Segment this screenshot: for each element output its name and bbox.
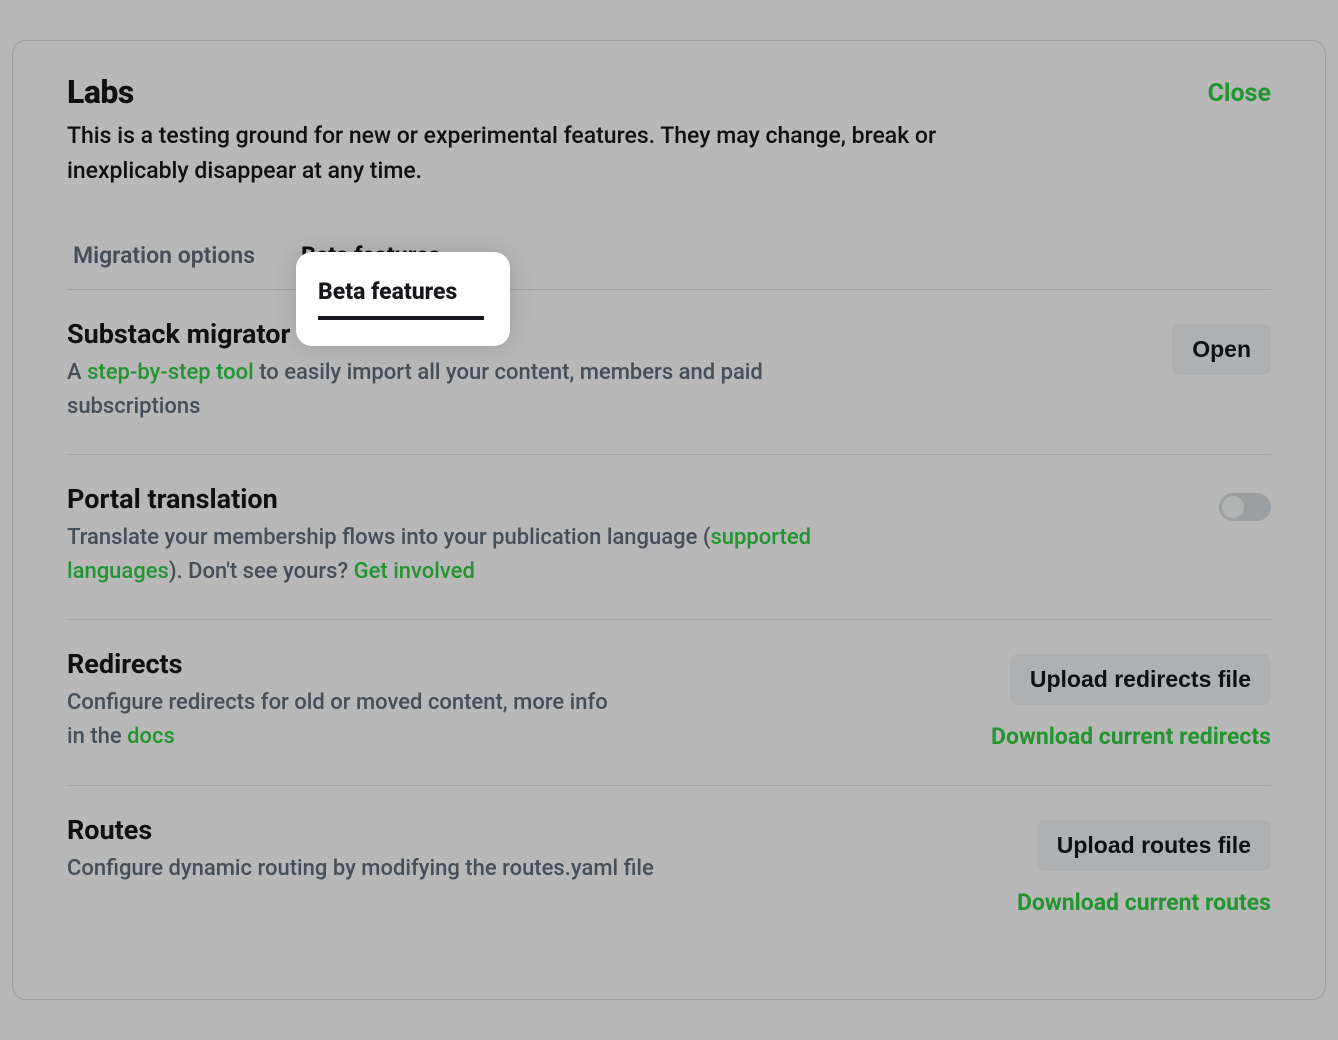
upload-redirects-button[interactable]: Upload redirects file — [1010, 654, 1271, 705]
modal-header: Labs Close — [67, 73, 1271, 111]
row-right: Open — [971, 318, 1271, 375]
row-left: Portal translation Translate your member… — [67, 483, 931, 589]
row-description: A step-by-step tool to easily import all… — [67, 356, 847, 424]
tab-beta-features[interactable]: Beta features — [299, 236, 442, 289]
row-redirects: Redirects Configure redirects for old or… — [67, 620, 1271, 785]
row-title: Redirects — [67, 648, 627, 680]
page-title: Labs — [67, 73, 134, 111]
upload-routes-button[interactable]: Upload routes file — [1037, 820, 1271, 871]
page-subtitle: This is a testing ground for new or expe… — [67, 119, 997, 188]
tab-bar: Migration options Beta features placehol… — [67, 236, 1271, 290]
download-routes-link[interactable]: Download current routes — [1017, 889, 1271, 916]
row-title: Routes — [67, 814, 654, 846]
row-right: Upload routes file Download current rout… — [971, 814, 1271, 916]
row-title: Substack migrator — [67, 318, 847, 350]
toggle-knob — [1222, 496, 1244, 518]
row-right — [971, 483, 1271, 521]
row-description: Configure dynamic routing by modifying t… — [67, 852, 654, 886]
row-routes: Routes Configure dynamic routing by modi… — [67, 786, 1271, 946]
desc-text: Translate your membership flows into you… — [67, 525, 710, 550]
row-portal-translation: Portal translation Translate your member… — [67, 455, 1271, 620]
portal-translation-toggle[interactable] — [1219, 493, 1271, 521]
row-description: Translate your membership flows into you… — [67, 521, 931, 589]
row-left: Routes Configure dynamic routing by modi… — [67, 814, 654, 886]
row-title: Portal translation — [67, 483, 931, 515]
desc-text: A — [67, 360, 87, 385]
get-involved-link[interactable]: Get involved — [354, 559, 475, 584]
desc-text: ). Don't see yours? — [169, 559, 354, 584]
open-button[interactable]: Open — [1172, 324, 1271, 375]
row-substack-migrator: Substack migrator A step-by-step tool to… — [67, 290, 1271, 455]
tab-placeholder: placeholder — [484, 236, 609, 289]
row-right: Upload redirects file Download current r… — [971, 648, 1271, 750]
download-redirects-link[interactable]: Download current redirects — [991, 723, 1271, 750]
redirects-docs-link[interactable]: docs — [127, 724, 175, 749]
close-button[interactable]: Close — [1208, 73, 1271, 108]
row-description: Configure redirects for old or moved con… — [67, 686, 627, 754]
labs-modal: Labs Close This is a testing ground for … — [12, 40, 1326, 1000]
row-left: Substack migrator A step-by-step tool to… — [67, 318, 847, 424]
tab-migration-options[interactable]: Migration options — [71, 236, 257, 289]
step-by-step-tool-link[interactable]: step-by-step tool — [87, 360, 254, 385]
row-left: Redirects Configure redirects for old or… — [67, 648, 627, 754]
